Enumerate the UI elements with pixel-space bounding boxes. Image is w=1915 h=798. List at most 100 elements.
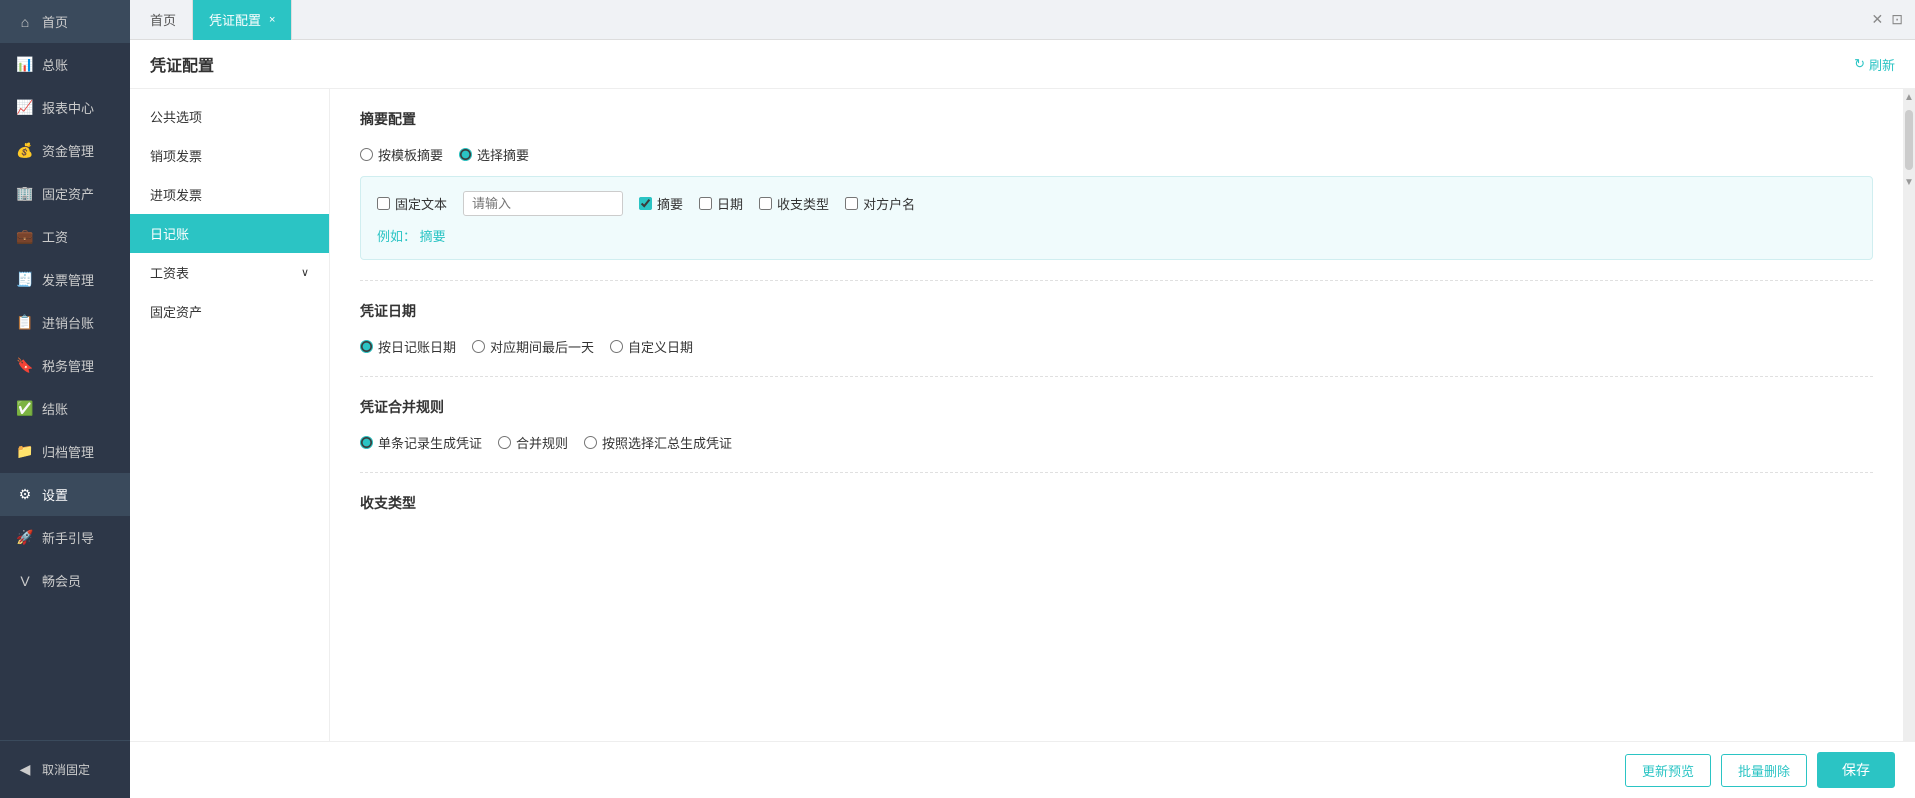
by-record-date-input[interactable] bbox=[360, 340, 373, 353]
sidebar-item-fund[interactable]: 💰 资金管理 bbox=[0, 129, 130, 172]
sidebar-label-settle: 结账 bbox=[42, 399, 68, 418]
guide-icon: 🚀 bbox=[16, 529, 34, 546]
summary-section-title: 摘要配置 bbox=[360, 109, 1873, 129]
tab-label-voucher-config-tab: 凭证配置 bbox=[209, 10, 261, 29]
single-record-radio[interactable]: 单条记录生成凭证 bbox=[360, 433, 482, 452]
summary-checkbox[interactable]: 摘要 bbox=[639, 194, 683, 213]
income-type-checkbox[interactable]: 收支类型 bbox=[759, 194, 829, 213]
archive-icon: 📁 bbox=[16, 443, 34, 460]
invoice-icon: 🧾 bbox=[16, 271, 34, 288]
left-nav-item-fixed-asset-nav[interactable]: 固定资产 bbox=[130, 292, 329, 331]
sidebar-unpin[interactable]: ◀ 取消固定 bbox=[0, 749, 130, 790]
merge-rule-radio[interactable]: 合并规则 bbox=[498, 433, 568, 452]
update-preview-button[interactable]: 更新预览 bbox=[1625, 754, 1711, 787]
template-summary-radio[interactable]: 按模板摘要 bbox=[360, 145, 443, 164]
sidebar-label-home: 首页 bbox=[42, 12, 68, 31]
refresh-button[interactable]: ↻ 刷新 bbox=[1854, 55, 1895, 74]
merge-rule-input[interactable] bbox=[498, 436, 511, 449]
select-summary-label: 选择摘要 bbox=[477, 145, 529, 164]
sidebar-item-salary[interactable]: 💼 工资 bbox=[0, 215, 130, 258]
left-nav-item-purchase-invoice[interactable]: 进项发票 bbox=[130, 175, 329, 214]
single-record-input[interactable] bbox=[360, 436, 373, 449]
sidebar-item-invoice[interactable]: 🧾 发票管理 bbox=[0, 258, 130, 301]
template-summary-input[interactable] bbox=[360, 148, 373, 161]
date-radio-group: 按日记账日期 对应期间最后一天 自定义日期 bbox=[360, 337, 1873, 356]
bottom-toolbar: 更新预览 批量删除 保存 bbox=[130, 741, 1915, 798]
left-nav-item-public[interactable]: 公共选项 bbox=[130, 97, 329, 136]
select-summary-merge-label: 按照选择汇总生成凭证 bbox=[602, 433, 732, 452]
merge-section: 凭证合并规则 单条记录生成凭证 合并规则 bbox=[360, 397, 1873, 473]
sidebar-label-archive: 归档管理 bbox=[42, 442, 94, 461]
income-type-section-title: 收支类型 bbox=[360, 493, 1873, 513]
page-wrapper: 凭证配置 ↻ 刷新 公共选项销项发票进项发票日记账工资表∨固定资产 摘要配置 bbox=[130, 40, 1915, 798]
sidebar: ⌂ 首页 📊 总账 📈 报表中心 💰 资金管理 🏢 固定资产 💼 工资 🧾 发票… bbox=[0, 0, 130, 798]
date-check-input[interactable] bbox=[699, 197, 712, 210]
home-icon: ⌂ bbox=[16, 14, 34, 30]
sidebar-item-guide[interactable]: 🚀 新手引导 bbox=[0, 516, 130, 559]
refresh-icon: ↻ bbox=[1854, 56, 1865, 72]
pin-icon: ◀ bbox=[16, 761, 34, 778]
sidebar-item-member[interactable]: V 畅会员 bbox=[0, 559, 130, 602]
single-record-label: 单条记录生成凭证 bbox=[378, 433, 482, 452]
last-period-day-radio[interactable]: 对应期间最后一天 bbox=[472, 337, 594, 356]
summary-check-input[interactable] bbox=[639, 197, 652, 210]
example-value: 摘要 bbox=[420, 229, 446, 244]
select-summary-input[interactable] bbox=[459, 148, 472, 161]
scroll-down-arrow[interactable]: ▼ bbox=[1901, 174, 1915, 191]
sidebar-item-home[interactable]: ⌂ 首页 bbox=[0, 0, 130, 43]
sidebar-item-purchase-sales[interactable]: 📋 进销台账 bbox=[0, 301, 130, 344]
ledger-icon: 📊 bbox=[16, 56, 34, 73]
fund-icon: 💰 bbox=[16, 142, 34, 159]
batch-delete-button[interactable]: 批量删除 bbox=[1721, 754, 1807, 787]
left-nav-item-salary-table[interactable]: 工资表∨ bbox=[130, 253, 329, 292]
main-area: 首页凭证配置 × ✕ ⊡ 凭证配置 ↻ 刷新 公共选项销项发票进项发票日记账工资表… bbox=[130, 0, 1915, 798]
restore-window-btn[interactable]: ⊡ bbox=[1891, 11, 1903, 28]
left-nav-item-sales-invoice[interactable]: 销项发票 bbox=[130, 136, 329, 175]
sidebar-label-settings: 设置 bbox=[42, 485, 68, 504]
date-checkbox[interactable]: 日期 bbox=[699, 194, 743, 213]
left-nav-item-diary[interactable]: 日记账 bbox=[130, 214, 329, 253]
income-type-check-input[interactable] bbox=[759, 197, 772, 210]
date-section-title: 凭证日期 bbox=[360, 301, 1873, 321]
custom-date-radio[interactable]: 自定义日期 bbox=[610, 337, 693, 356]
close-window-btn[interactable]: ✕ bbox=[1872, 11, 1884, 28]
fixed-text-input[interactable] bbox=[377, 197, 390, 210]
save-button[interactable]: 保存 bbox=[1817, 752, 1895, 788]
sidebar-item-report[interactable]: 📈 报表中心 bbox=[0, 86, 130, 129]
sidebar-item-settings[interactable]: ⚙ 设置 bbox=[0, 473, 130, 516]
sidebar-label-fixed-asset: 固定资产 bbox=[42, 184, 94, 203]
sidebar-item-fixed-asset[interactable]: 🏢 固定资产 bbox=[0, 172, 130, 215]
income-type-checkbox-label: 收支类型 bbox=[777, 194, 829, 213]
left-nav-label-sales-invoice: 销项发票 bbox=[150, 146, 202, 165]
scroll-thumb[interactable] bbox=[1905, 110, 1913, 170]
summary-checkbox-label: 摘要 bbox=[657, 194, 683, 213]
select-summary-merge-input[interactable] bbox=[584, 436, 597, 449]
sidebar-item-archive[interactable]: 📁 归档管理 bbox=[0, 430, 130, 473]
counterpart-check-input[interactable] bbox=[845, 197, 858, 210]
settings-icon: ⚙ bbox=[16, 486, 34, 503]
merge-radio-group: 单条记录生成凭证 合并规则 按照选择汇总生成凭证 bbox=[360, 433, 1873, 452]
tab-close-voucher-config-tab[interactable]: × bbox=[269, 14, 275, 26]
settle-icon: ✅ bbox=[16, 400, 34, 417]
custom-date-input[interactable] bbox=[610, 340, 623, 353]
example-prefix: 例如： bbox=[377, 229, 416, 244]
by-record-date-radio[interactable]: 按日记账日期 bbox=[360, 337, 456, 356]
chevron-icon-salary-table: ∨ bbox=[301, 266, 309, 279]
salary-icon: 💼 bbox=[16, 228, 34, 245]
select-summary-radio[interactable]: 选择摘要 bbox=[459, 145, 529, 164]
counterpart-checkbox[interactable]: 对方户名 bbox=[845, 194, 915, 213]
fixed-text-checkbox[interactable]: 固定文本 bbox=[377, 194, 447, 213]
tab-home-tab[interactable]: 首页 bbox=[134, 0, 193, 40]
fixed-text-field[interactable] bbox=[463, 191, 623, 216]
sidebar-item-settle[interactable]: ✅ 结账 bbox=[0, 387, 130, 430]
select-summary-merge-radio[interactable]: 按照选择汇总生成凭证 bbox=[584, 433, 732, 452]
tab-voucher-config-tab[interactable]: 凭证配置 × bbox=[193, 0, 292, 40]
left-nav-label-diary: 日记账 bbox=[150, 224, 189, 243]
left-nav-label-purchase-invoice: 进项发票 bbox=[150, 185, 202, 204]
sidebar-item-tax[interactable]: 🔖 税务管理 bbox=[0, 344, 130, 387]
page-header: 凭证配置 ↻ 刷新 bbox=[130, 40, 1915, 89]
scroll-up-arrow[interactable]: ▲ bbox=[1901, 89, 1915, 106]
last-period-day-input[interactable] bbox=[472, 340, 485, 353]
sidebar-item-ledger[interactable]: 📊 总账 bbox=[0, 43, 130, 86]
scrollbar[interactable]: ▲ ▼ bbox=[1903, 89, 1915, 741]
